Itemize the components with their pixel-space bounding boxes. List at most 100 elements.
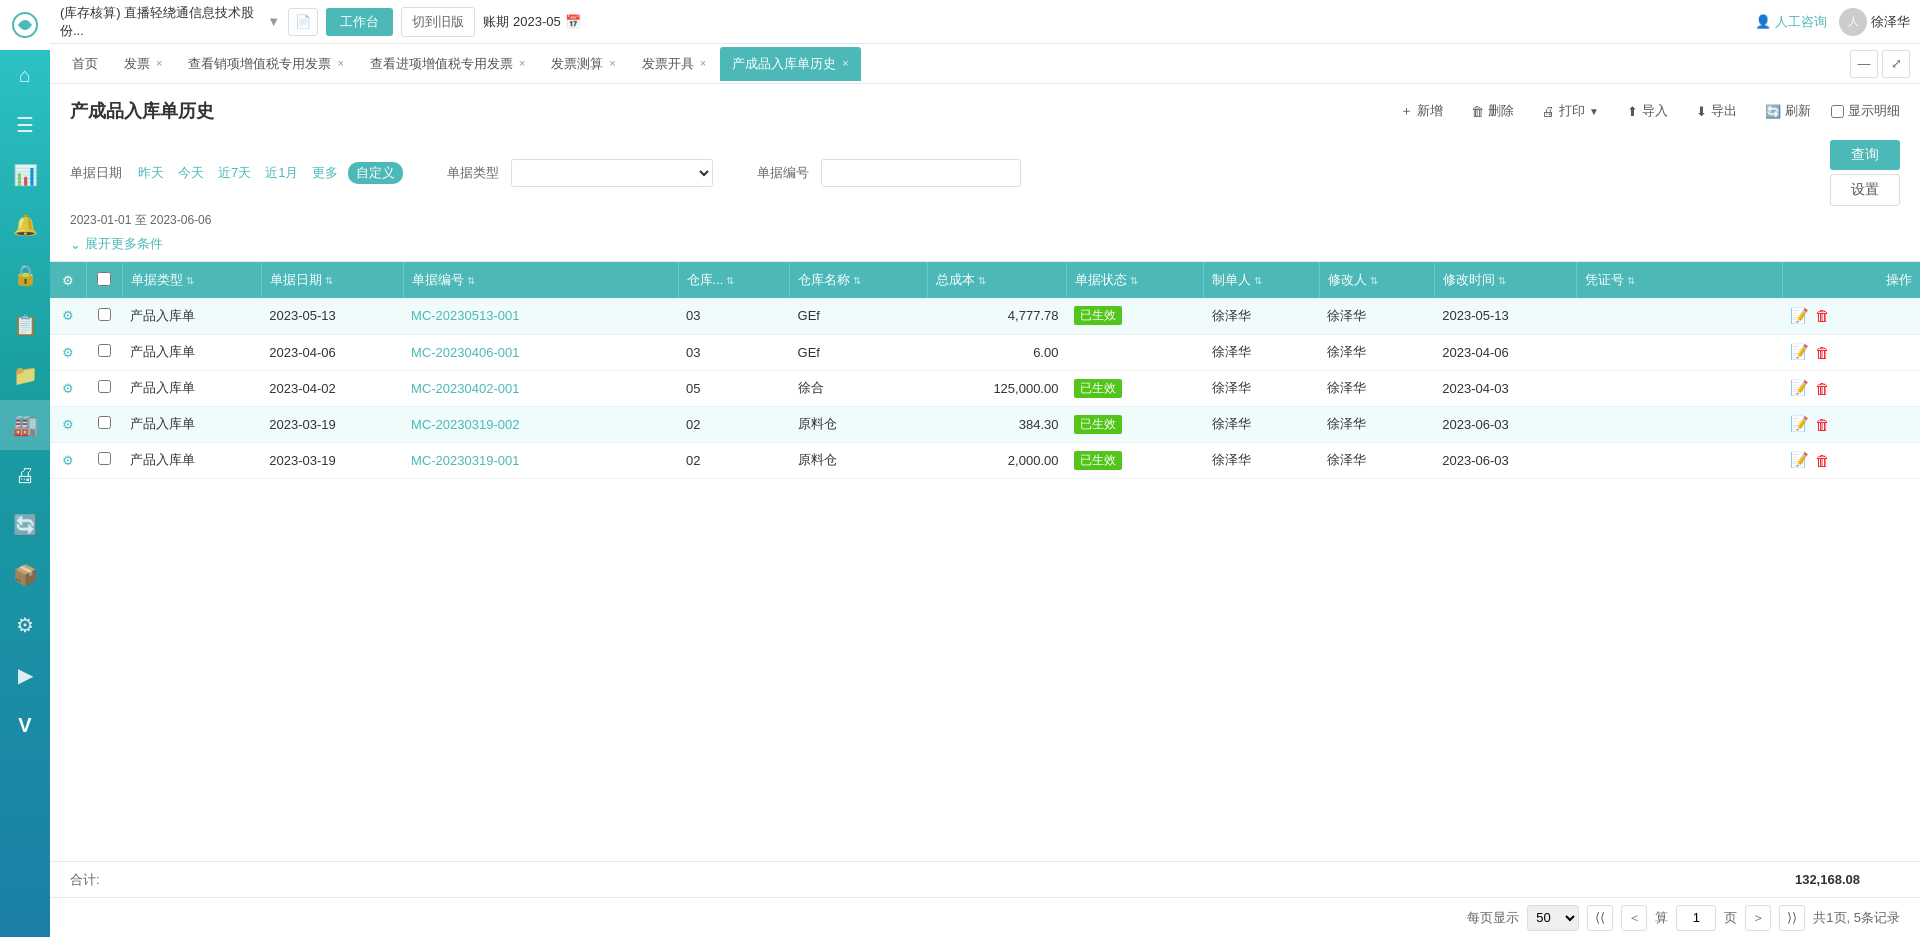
row-number[interactable]: MC-20230319-001 [403,442,678,478]
row-number[interactable]: MC-20230513-001 [403,298,678,334]
sidebar-item-home[interactable]: ⌂ [0,50,50,100]
tab-invoice-issue-close[interactable]: × [700,58,706,69]
row-settings[interactable]: ⚙ [50,370,86,406]
sidebar-item-v[interactable]: V [0,700,50,750]
row-number-link[interactable]: MC-20230319-002 [411,417,519,432]
company-selector[interactable]: (库存核算) 直播轻绕通信息技术股份... ▼ [60,4,280,40]
sidebar-item-play[interactable]: ▶ [0,650,50,700]
workbench-button[interactable]: 工作台 [326,8,393,36]
row-checkbox[interactable] [86,442,122,478]
tab-home[interactable]: 首页 [60,47,110,81]
row-settings[interactable]: ⚙ [50,406,86,442]
sidebar-item-print[interactable]: 🖨 [0,450,50,500]
sidebar-item-warehouse[interactable]: 🏭 [0,400,50,450]
date-opt-yesterday[interactable]: 昨天 [134,162,168,184]
th-warehouse-name[interactable]: 仓库名称 ⇅ [790,262,928,298]
row-edit-icon[interactable]: 📝 [1790,451,1809,469]
sidebar-item-lock[interactable]: 🔒 [0,250,50,300]
per-page-select[interactable]: 50 100 200 [1527,905,1579,931]
show-detail-check[interactable] [1831,105,1844,118]
row-settings[interactable]: ⚙ [50,298,86,334]
settings-icon[interactable]: ⚙ [62,273,74,288]
prev-page-btn[interactable]: ＜ [1621,905,1647,931]
row-settings[interactable]: ⚙ [50,334,86,370]
row-settings[interactable]: ⚙ [50,442,86,478]
row-delete-icon[interactable]: 🗑 [1815,344,1830,361]
delete-button[interactable]: 🗑 删除 [1463,98,1522,124]
row-edit-icon[interactable]: 📝 [1790,415,1809,433]
row-number-link[interactable]: MC-20230406-001 [411,345,519,360]
row-settings-icon[interactable]: ⚙ [62,417,74,432]
sidebar-item-sync[interactable]: 🔄 [0,500,50,550]
tab-sales-invoice-close[interactable]: × [337,58,343,69]
expand-conditions-btn[interactable]: ⌄ 展开更多条件 [70,235,1900,253]
user-menu[interactable]: 人 徐泽华 [1839,8,1910,36]
switch-version-button[interactable]: 切到旧版 [401,7,475,37]
row-checkbox[interactable] [86,406,122,442]
date-opt-custom[interactable]: 自定义 [348,162,403,184]
tab-invoice-close[interactable]: × [156,58,162,69]
row-edit-icon[interactable]: 📝 [1790,343,1809,361]
set-button[interactable]: 设置 [1830,174,1900,206]
tab-sales-invoice[interactable]: 查看销项增值税专用发票 × [176,47,355,81]
tab-invoice-issue[interactable]: 发票开具 × [630,47,718,81]
app-logo[interactable] [0,0,50,50]
th-type[interactable]: 单据类型 ⇅ [122,262,261,298]
sidebar-item-inventory[interactable]: 📦 [0,550,50,600]
sidebar-item-task[interactable]: 📋 [0,300,50,350]
show-detail-checkbox[interactable]: 显示明细 [1831,102,1900,120]
sidebar-item-menu[interactable]: ☰ [0,100,50,150]
tab-minimize-btn[interactable]: — [1850,50,1878,78]
th-settings[interactable]: ⚙ [50,262,86,298]
row-number-link[interactable]: MC-20230402-001 [411,381,519,396]
row-settings-icon[interactable]: ⚙ [62,453,74,468]
th-status[interactable]: 单据状态 ⇅ [1066,262,1204,298]
row-number[interactable]: MC-20230406-001 [403,334,678,370]
date-opt-more[interactable]: 更多 [308,162,342,184]
tab-invoice-calc[interactable]: 发票测算 × [539,47,627,81]
company-icon-btn[interactable]: 📄 [288,8,318,36]
sidebar-item-notify[interactable]: 🔔 [0,200,50,250]
export-button[interactable]: ⬇ 导出 [1688,98,1745,124]
row-number[interactable]: MC-20230402-001 [403,370,678,406]
row-settings-icon[interactable]: ⚙ [62,308,74,323]
row-settings-icon[interactable]: ⚙ [62,345,74,360]
last-page-btn[interactable]: ⟩⟩ [1779,905,1805,931]
row-settings-icon[interactable]: ⚙ [62,381,74,396]
select-all-checkbox[interactable] [97,272,111,286]
tab-product-warehouse-close[interactable]: × [842,58,848,69]
row-delete-icon[interactable]: 🗑 [1815,307,1830,324]
date-opt-1month[interactable]: 近1月 [261,162,302,184]
print-button[interactable]: 🖨 打印 ▼ [1534,98,1607,124]
row-checkbox[interactable] [86,370,122,406]
th-creator[interactable]: 制单人 ⇅ [1204,262,1319,298]
th-number[interactable]: 单据编号 ⇅ [403,262,678,298]
refresh-button[interactable]: 🔄 刷新 [1757,98,1819,124]
tab-product-warehouse[interactable]: 产成品入库单历史 × [720,47,860,81]
th-warehouse-code[interactable]: 仓库... ⇅ [678,262,789,298]
row-checkbox[interactable] [86,334,122,370]
tab-maximize-btn[interactable]: ⤢ [1882,50,1910,78]
calendar-icon[interactable]: 📅 [565,14,581,29]
type-filter-wrap[interactable]: 产品入库单 [511,159,713,187]
first-page-btn[interactable]: ⟨⟨ [1587,905,1613,931]
page-number-input[interactable]: 1 [1676,905,1716,931]
row-edit-icon[interactable]: 📝 [1790,379,1809,397]
row-delete-icon[interactable]: 🗑 [1815,416,1830,433]
import-button[interactable]: ⬆ 导入 [1619,98,1676,124]
tab-invoice-calc-close[interactable]: × [609,58,615,69]
query-button[interactable]: 查询 [1830,140,1900,170]
sidebar-item-settings[interactable]: ⚙ [0,600,50,650]
th-modifier[interactable]: 修改人 ⇅ [1319,262,1434,298]
tab-purchase-invoice[interactable]: 查看进项增值税专用发票 × [358,47,537,81]
service-button[interactable]: 👤 人工咨询 [1755,13,1827,31]
th-cost[interactable]: 总成本 ⇅ [927,262,1066,298]
row-number[interactable]: MC-20230319-002 [403,406,678,442]
sidebar-item-chart[interactable]: 📊 [0,150,50,200]
th-voucher[interactable]: 凭证号 ⇅ [1576,262,1782,298]
th-checkbox[interactable] [86,262,122,298]
date-opt-7days[interactable]: 近7天 [214,162,255,184]
th-date[interactable]: 单据日期 ⇅ [261,262,403,298]
new-button[interactable]: ＋ 新增 [1392,98,1451,124]
row-number-link[interactable]: MC-20230513-001 [411,308,519,323]
